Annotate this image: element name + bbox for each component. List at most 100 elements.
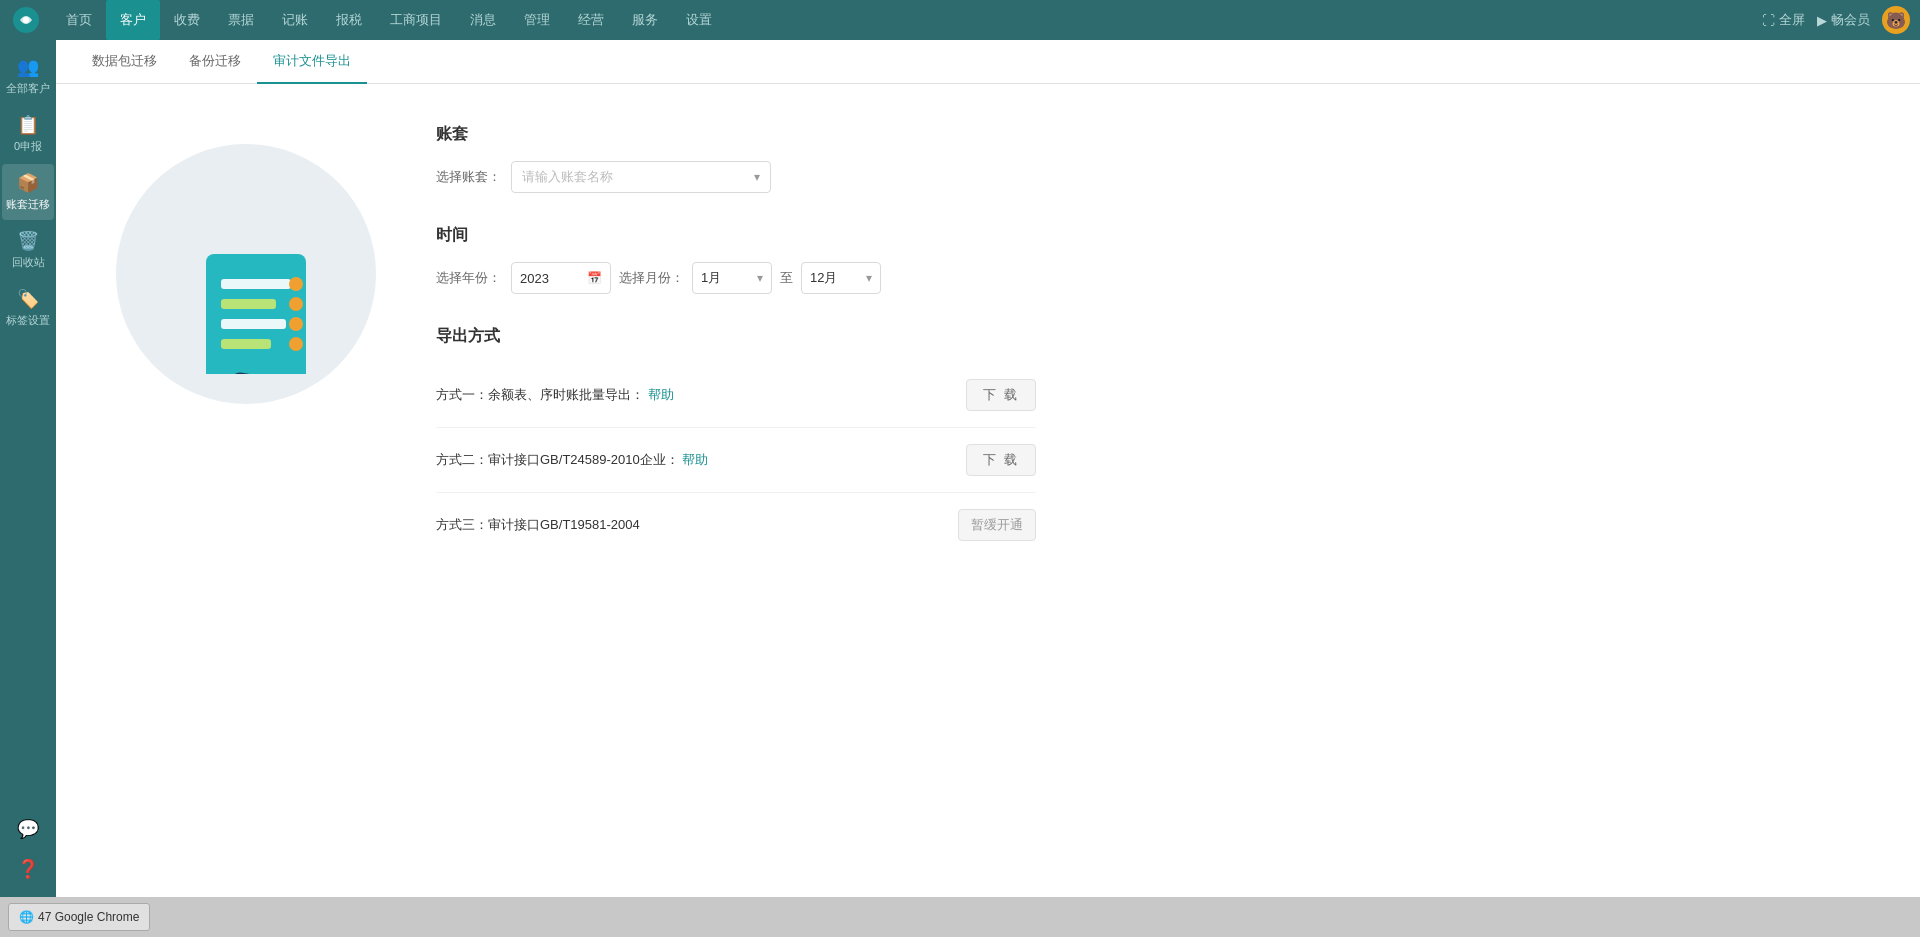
fullscreen-button[interactable]: ⛶ 全屏 <box>1762 11 1805 29</box>
illustration-svg <box>156 174 336 374</box>
time-section-title: 时间 <box>436 225 1036 246</box>
page-content: 账套 选择账套： 请输入账套名称 ▾ 时间 选择年份： 2023 <box>56 84 1920 897</box>
tab-bar: 数据包迁移 备份迁移 审计文件导出 <box>56 40 1920 84</box>
account-row: 选择账套： 请输入账套名称 ▾ <box>436 161 1036 193</box>
nav-right: ⛶ 全屏 ▶ 畅会员 🐻 <box>1762 6 1910 34</box>
illustration-area <box>116 124 376 857</box>
account-select[interactable]: 请输入账套名称 ▾ <box>511 161 771 193</box>
illustration-circle <box>116 144 376 404</box>
nav-item-customer[interactable]: 客户 <box>106 0 160 40</box>
nav-item-invoice[interactable]: 票据 <box>214 0 268 40</box>
content-area: 数据包迁移 备份迁移 审计文件导出 <box>56 40 1920 897</box>
svg-rect-2 <box>206 254 306 374</box>
top-nav-items: 首页 客户 收费 票据 记账 报税 工商项目 消息 管理 经营 服务 设置 <box>52 0 1762 40</box>
taskbar-chrome[interactable]: 🌐 47 Google Chrome <box>8 903 150 931</box>
method-1-label: 方式一：余额表、序时账批量导出： 帮助 <box>436 386 674 404</box>
export-method-2: 方式二：审计接口GB/T24589-2010企业： 帮助 下 载 <box>436 428 1036 493</box>
vip-button[interactable]: ▶ 畅会员 <box>1817 11 1870 29</box>
account-migration-icon: 📦 <box>17 172 39 194</box>
taskbar: 🌐 47 Google Chrome <box>0 897 1920 937</box>
method-1-download-button[interactable]: 下 载 <box>966 379 1036 411</box>
month-end-value: 12月 <box>810 269 837 287</box>
svg-rect-6 <box>221 339 271 349</box>
chrome-label: 47 Google Chrome <box>38 910 139 924</box>
svg-point-7 <box>289 277 303 291</box>
sidebar-message-button[interactable]: 💬 <box>12 813 44 845</box>
sidebar: 👥 全部客户 📋 0申报 📦 账套迁移 🗑️ 回收站 🏷️ 标签设置 💬 ❓ <box>0 40 56 897</box>
method-3-label: 方式三：审计接口GB/T19581-2004 <box>436 516 640 534</box>
vip-icon: ▶ <box>1817 13 1827 28</box>
main-layout: 👥 全部客户 📋 0申报 📦 账套迁移 🗑️ 回收站 🏷️ 标签设置 💬 ❓ 数… <box>0 40 1920 897</box>
svg-point-1 <box>23 17 29 23</box>
method-2-label: 方式二：审计接口GB/T24589-2010企业： 帮助 <box>436 451 708 469</box>
account-placeholder: 请输入账套名称 <box>522 168 613 186</box>
svg-point-9 <box>289 317 303 331</box>
time-row: 选择年份： 2023 📅 选择月份： 1月 ▾ 至 12月 <box>436 262 1036 294</box>
sidebar-bottom: 💬 ❓ <box>12 813 44 897</box>
sidebar-item-account-migration[interactable]: 📦 账套迁移 <box>2 164 54 220</box>
recycle-icon: 🗑️ <box>17 230 39 252</box>
nav-item-home[interactable]: 首页 <box>52 0 106 40</box>
nav-item-message[interactable]: 消息 <box>456 0 510 40</box>
recycle-label: 回收站 <box>12 255 45 270</box>
tab-data-migration[interactable]: 数据包迁移 <box>76 40 173 84</box>
svg-rect-3 <box>221 279 291 289</box>
year-input[interactable]: 2023 📅 <box>511 262 611 294</box>
export-method-3: 方式三：审计接口GB/T19581-2004 暂缓开通 <box>436 493 1036 557</box>
month-start-value: 1月 <box>701 269 721 287</box>
export-method-1: 方式一：余额表、序时账批量导出： 帮助 下 载 <box>436 363 1036 428</box>
tab-backup-migration[interactable]: 备份迁移 <box>173 40 257 84</box>
nav-item-account[interactable]: 记账 <box>268 0 322 40</box>
year-label: 选择年份： <box>436 269 501 287</box>
user-avatar[interactable]: 🐻 <box>1882 6 1910 34</box>
all-customers-icon: 👥 <box>17 56 39 78</box>
sidebar-item-tag-settings[interactable]: 🏷️ 标签设置 <box>2 280 54 336</box>
method-2-download-button[interactable]: 下 载 <box>966 444 1036 476</box>
svg-rect-4 <box>221 299 276 309</box>
time-controls: 2023 📅 选择月份： 1月 ▾ 至 12月 ▾ <box>511 262 881 294</box>
top-nav: 首页 客户 收费 票据 记账 报税 工商项目 消息 管理 经营 服务 设置 ⛶ … <box>0 0 1920 40</box>
month-start-select[interactable]: 1月 ▾ <box>692 262 772 294</box>
nav-item-settings[interactable]: 设置 <box>672 0 726 40</box>
nav-item-tax[interactable]: 报税 <box>322 0 376 40</box>
calendar-icon: 📅 <box>587 271 602 285</box>
nav-item-manage[interactable]: 管理 <box>510 0 564 40</box>
year-value: 2023 <box>520 271 549 286</box>
svg-point-10 <box>289 337 303 351</box>
nav-item-operation[interactable]: 经营 <box>564 0 618 40</box>
month-end-chevron: ▾ <box>866 271 872 285</box>
sidebar-item-zero-report[interactable]: 📋 0申报 <box>2 106 54 162</box>
account-migration-label: 账套迁移 <box>6 197 50 212</box>
app-logo <box>10 4 42 36</box>
nav-item-service[interactable]: 服务 <box>618 0 672 40</box>
svg-point-8 <box>289 297 303 311</box>
tab-audit-export[interactable]: 审计文件导出 <box>257 40 367 84</box>
fullscreen-icon: ⛶ <box>1762 13 1775 28</box>
tag-settings-icon: 🏷️ <box>17 288 39 310</box>
account-select-chevron: ▾ <box>754 170 760 184</box>
nav-item-business[interactable]: 工商项目 <box>376 0 456 40</box>
method-2-help-link[interactable]: 帮助 <box>682 452 708 467</box>
form-area: 账套 选择账套： 请输入账套名称 ▾ 时间 选择年份： 2023 <box>436 124 1036 857</box>
account-label: 选择账套： <box>436 168 501 186</box>
sidebar-item-recycle[interactable]: 🗑️ 回收站 <box>2 222 54 278</box>
all-customers-label: 全部客户 <box>6 81 50 96</box>
account-section-title: 账套 <box>436 124 1036 145</box>
month-end-select[interactable]: 12月 ▾ <box>801 262 881 294</box>
method-1-help-link[interactable]: 帮助 <box>648 387 674 402</box>
zero-report-icon: 📋 <box>17 114 39 136</box>
export-section-title: 导出方式 <box>436 326 1036 347</box>
sidebar-item-all-customers[interactable]: 👥 全部客户 <box>2 48 54 104</box>
svg-rect-5 <box>221 319 286 329</box>
sidebar-help-button[interactable]: ❓ <box>12 853 44 885</box>
chrome-icon: 🌐 <box>19 910 34 924</box>
month-start-chevron: ▾ <box>757 271 763 285</box>
vip-label: 畅会员 <box>1831 11 1870 29</box>
tag-settings-label: 标签设置 <box>6 313 50 328</box>
nav-item-fee[interactable]: 收费 <box>160 0 214 40</box>
month-label: 选择月份： <box>619 269 684 287</box>
zero-report-label: 0申报 <box>14 139 42 154</box>
method-3-coming-soon-button[interactable]: 暂缓开通 <box>958 509 1036 541</box>
time-separator: 至 <box>780 269 793 287</box>
fullscreen-label: 全屏 <box>1779 11 1805 29</box>
